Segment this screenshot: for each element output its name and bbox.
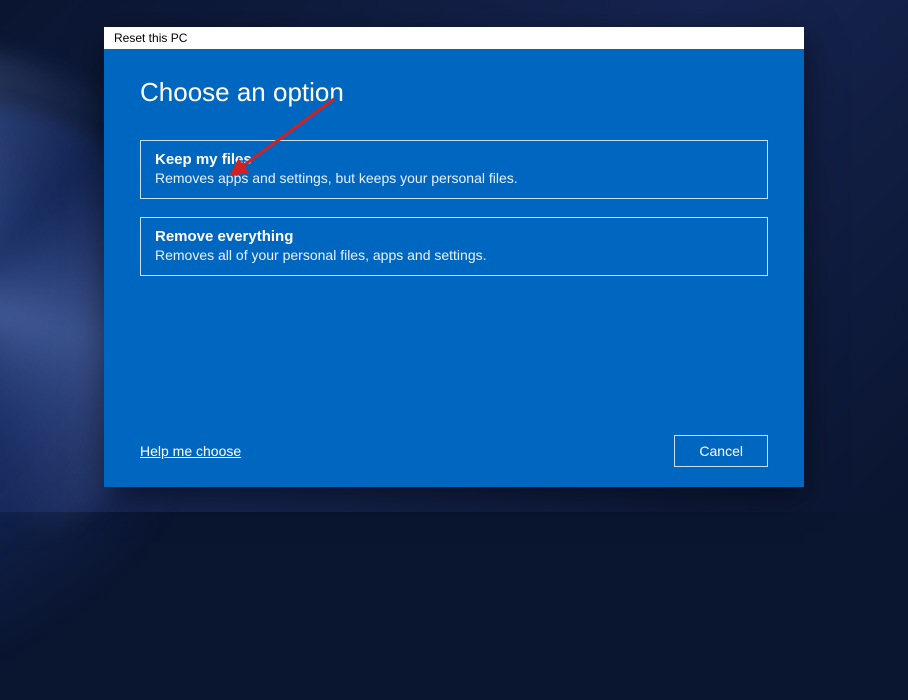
option-description: Removes apps and settings, but keeps you…	[155, 170, 753, 186]
option-title: Remove everything	[155, 228, 753, 245]
help-me-choose-link[interactable]: Help me choose	[140, 443, 241, 459]
reset-pc-dialog: Reset this PC Choose an option Keep my f…	[104, 27, 804, 487]
option-description: Removes all of your personal files, apps…	[155, 247, 753, 263]
dialog-heading: Choose an option	[140, 77, 768, 108]
remove-everything-option[interactable]: Remove everything Removes all of your pe…	[140, 217, 768, 276]
dialog-titlebar: Reset this PC	[104, 27, 804, 49]
option-title: Keep my files	[155, 151, 753, 168]
dialog-title: Reset this PC	[114, 31, 187, 45]
keep-my-files-option[interactable]: Keep my files Removes apps and settings,…	[140, 140, 768, 199]
dialog-body: Choose an option Keep my files Removes a…	[104, 49, 804, 487]
dialog-footer: Help me choose Cancel	[140, 435, 768, 467]
cancel-button[interactable]: Cancel	[674, 435, 768, 467]
